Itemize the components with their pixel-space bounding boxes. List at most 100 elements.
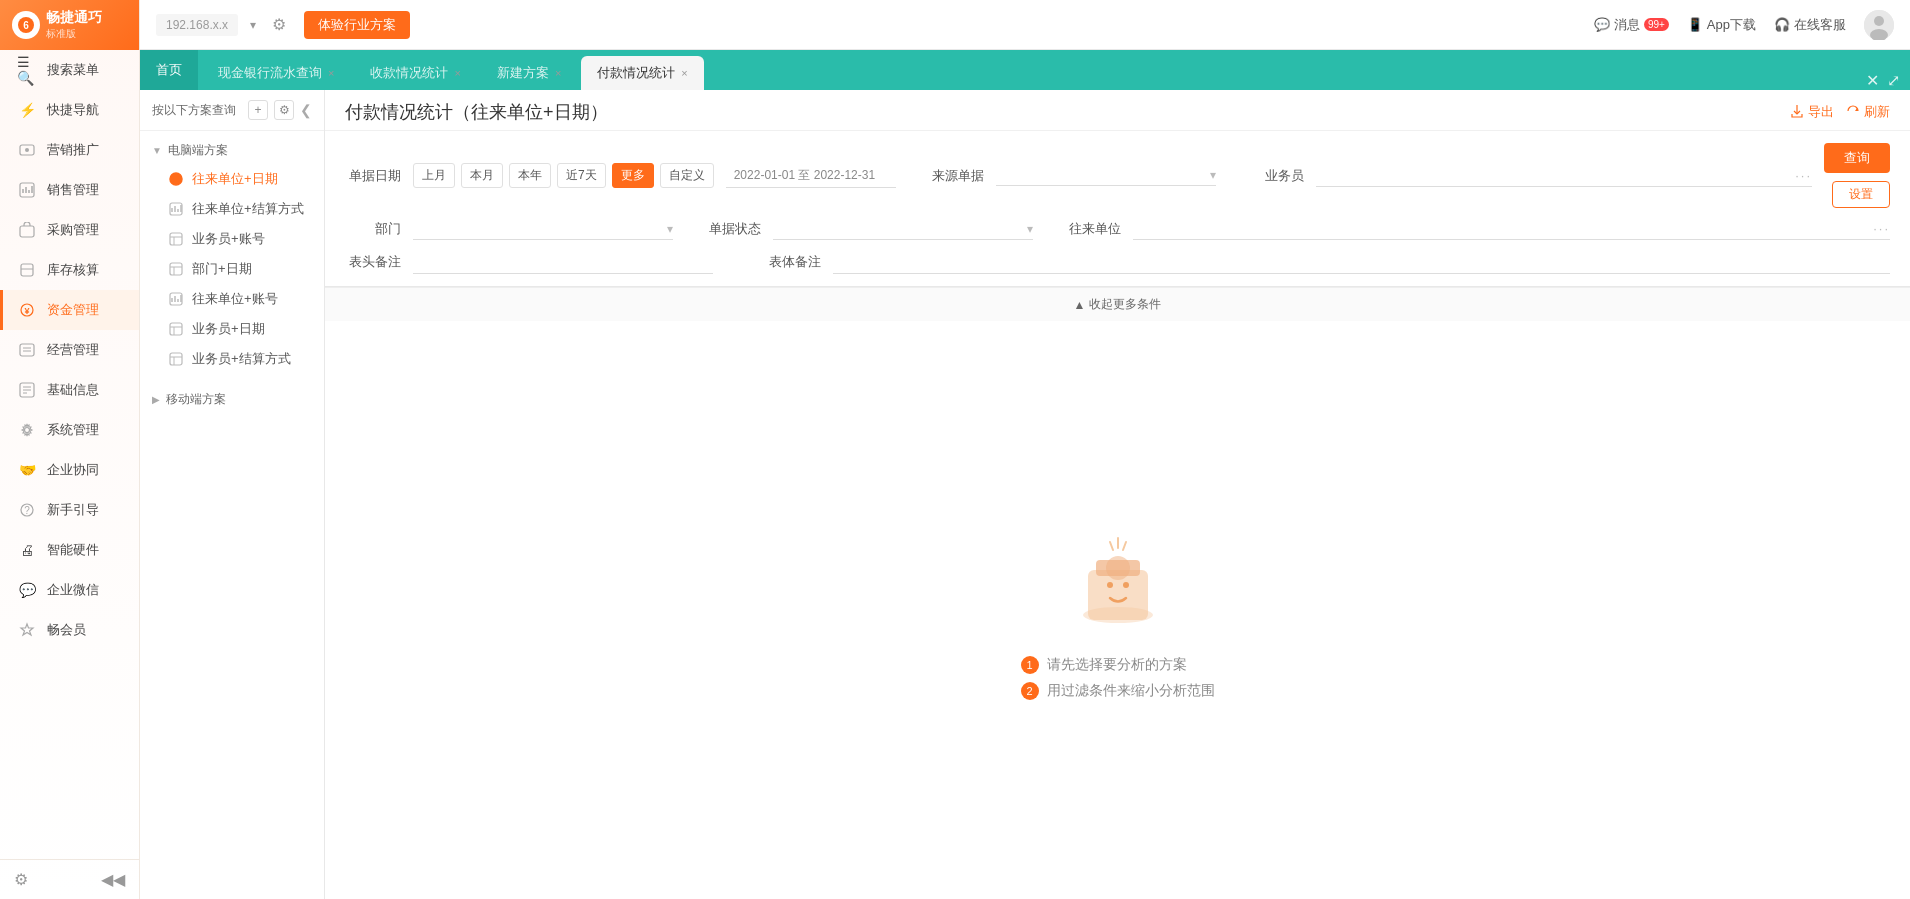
partner-more-icon[interactable]: ···	[1873, 221, 1890, 236]
svg-text:?: ?	[24, 505, 30, 516]
sales-icon	[17, 180, 37, 200]
settings-gear-icon[interactable]: ⚙	[272, 15, 286, 34]
sidebar-item-hardware[interactable]: 🖨 智能硬件	[0, 530, 139, 570]
close-all-tabs-icon[interactable]: ✕	[1866, 71, 1879, 90]
online-service-btn[interactable]: 🎧 在线客服	[1774, 16, 1846, 34]
scheme-item-dept-date[interactable]: 部门+日期	[140, 254, 324, 284]
app-name: 畅捷通巧	[46, 9, 102, 27]
add-scheme-btn[interactable]: +	[248, 100, 268, 120]
tab-receipt[interactable]: 收款情况统计 ×	[354, 56, 476, 90]
source-select[interactable]: ▾	[996, 165, 1216, 186]
desktop-group-header[interactable]: ▼ 电脑端方案	[140, 137, 324, 164]
desktop-scheme-group: ▼ 电脑端方案 往来单位+日期 往来单位+结算方式	[140, 131, 324, 380]
sidebar-item-search[interactable]: ☰🔍 搜索菜单	[0, 50, 139, 90]
mobile-group-header[interactable]: ▶ 移动端方案	[140, 386, 324, 413]
export-icon	[1790, 104, 1804, 121]
collapse-more-conditions-bar[interactable]: ▲ 收起更多条件	[325, 287, 1910, 321]
trial-btn[interactable]: 体验行业方案	[304, 11, 410, 39]
app-edition: 标准版	[46, 27, 102, 41]
date-btn-this-year[interactable]: 本年	[509, 163, 551, 188]
query-btn[interactable]: 查询	[1824, 143, 1890, 173]
svg-rect-45	[170, 323, 182, 335]
sidebar-item-member[interactable]: 畅会员	[0, 610, 139, 650]
collab-icon: 🤝	[17, 460, 37, 480]
date-label: 单据日期	[345, 167, 401, 185]
tab-new-scheme[interactable]: 新建方案 ×	[481, 56, 577, 90]
svg-point-56	[1107, 582, 1113, 588]
date-btn-custom[interactable]: 自定义	[660, 163, 714, 188]
scheme-item-salesman-date[interactable]: 业务员+日期	[140, 314, 324, 344]
app-download-btn[interactable]: 📱 App下载	[1687, 16, 1756, 34]
refresh-btn[interactable]: 刷新	[1846, 103, 1890, 121]
svg-point-3	[25, 148, 29, 152]
tab-payment-close[interactable]: ×	[681, 67, 687, 79]
tabs-actions: ✕ ⤢	[1856, 71, 1910, 90]
tab-home[interactable]: 首页	[140, 50, 198, 90]
tab-receipt-close[interactable]: ×	[454, 67, 460, 79]
partner-input[interactable]: ···	[1133, 218, 1890, 240]
query-group: 查询 设置	[1824, 143, 1890, 208]
export-btn[interactable]: 导出	[1790, 103, 1834, 121]
doc-status-label: 单据状态	[705, 220, 761, 238]
sidebar-item-operations[interactable]: 经营管理	[0, 330, 139, 370]
sidebar-item-finance[interactable]: ¥ 资金管理	[0, 290, 139, 330]
scheme-item-salesman-payment[interactable]: 业务员+结算方式	[140, 344, 324, 374]
svg-rect-10	[21, 264, 33, 276]
dept-label: 部门	[345, 220, 401, 238]
collapse-sidebar-icon[interactable]: ◀◀	[101, 870, 125, 889]
salesman-input[interactable]: ···	[1316, 165, 1812, 187]
user-avatar[interactable]	[1864, 10, 1894, 40]
sidebar-item-wechat[interactable]: 💬 企业微信	[0, 570, 139, 610]
tip-2-text: 用过滤条件来缩小分析范围	[1047, 682, 1215, 700]
sidebar-item-collab[interactable]: 🤝 企业协同	[0, 450, 139, 490]
sidebar-item-sales[interactable]: 销售管理	[0, 170, 139, 210]
body-note-input[interactable]	[833, 250, 1890, 274]
tab-newscheme-close[interactable]: ×	[555, 67, 561, 79]
sidebar-item-guide[interactable]: ? 新手引导	[0, 490, 139, 530]
sidebar-item-quicknav[interactable]: ⚡ 快捷导航	[0, 90, 139, 130]
quicknav-icon: ⚡	[17, 100, 37, 120]
empty-tips: 1 请先选择要分析的方案 2 用过滤条件来缩小分析范围	[1021, 656, 1215, 700]
dept-select[interactable]: ▾	[413, 219, 673, 240]
collapse-icon: ▲	[1074, 298, 1086, 312]
date-btn-7days[interactable]: 近7天	[557, 163, 606, 188]
doc-status-select[interactable]: ▾	[773, 219, 1033, 240]
svg-text:6: 6	[23, 20, 29, 31]
header-note-input[interactable]	[413, 250, 713, 274]
scheme-item-salesman-account[interactable]: 业务员+账号	[140, 224, 324, 254]
mobile-group-label: 移动端方案	[166, 391, 226, 408]
scheme-item-partner-account[interactable]: 往来单位+账号	[140, 284, 324, 314]
tab-payment[interactable]: 付款情况统计 ×	[581, 56, 703, 90]
message-btn[interactable]: 💬 消息 99+	[1594, 16, 1669, 34]
settings-icon[interactable]: ⚙	[14, 870, 28, 889]
download-icon: 📱	[1687, 17, 1703, 32]
dropdown-arrow[interactable]: ▾	[250, 18, 256, 32]
expand-tab-icon[interactable]: ⤢	[1887, 71, 1900, 90]
scheme-item-partner-date[interactable]: 往来单位+日期	[140, 164, 324, 194]
date-btn-last-month[interactable]: 上月	[413, 163, 455, 188]
address-text: 192.168.x.x	[156, 14, 238, 36]
date-btn-this-month[interactable]: 本月	[461, 163, 503, 188]
salesman-more-icon[interactable]: ···	[1795, 168, 1812, 183]
sidebar-item-inventory[interactable]: 库存核算	[0, 250, 139, 290]
tab-cashflow[interactable]: 现金银行流水查询 ×	[202, 56, 350, 90]
date-btn-more[interactable]: 更多	[612, 163, 654, 188]
date-range-input[interactable]: 2022-01-01 至 2022-12-31	[726, 164, 896, 188]
sidebar-item-marketing[interactable]: 营销推广	[0, 130, 139, 170]
scheme-item-partner-payment[interactable]: 往来单位+结算方式	[140, 194, 324, 224]
scheme-settings-btn[interactable]: ⚙	[274, 100, 294, 120]
sidebar-item-basicinfo[interactable]: 基础信息	[0, 370, 139, 410]
filter-row-3: 表头备注 表体备注	[345, 250, 1890, 274]
message-badge: 99+	[1644, 18, 1669, 31]
collapse-label: 收起更多条件	[1089, 296, 1161, 313]
empty-tip-2: 2 用过滤条件来缩小分析范围	[1021, 682, 1215, 700]
sidebar-item-system[interactable]: 系统管理	[0, 410, 139, 450]
sidebar-item-purchase[interactable]: 采购管理	[0, 210, 139, 250]
set-btn[interactable]: 设置	[1832, 181, 1890, 208]
service-icon: 🎧	[1774, 17, 1790, 32]
scheme-collapse-btn[interactable]: ❮	[300, 102, 312, 118]
source-label: 来源单据	[928, 167, 984, 185]
tab-cashflow-close[interactable]: ×	[328, 67, 334, 79]
doc-status-dropdown-icon: ▾	[1027, 222, 1033, 236]
hardware-icon: 🖨	[17, 540, 37, 560]
